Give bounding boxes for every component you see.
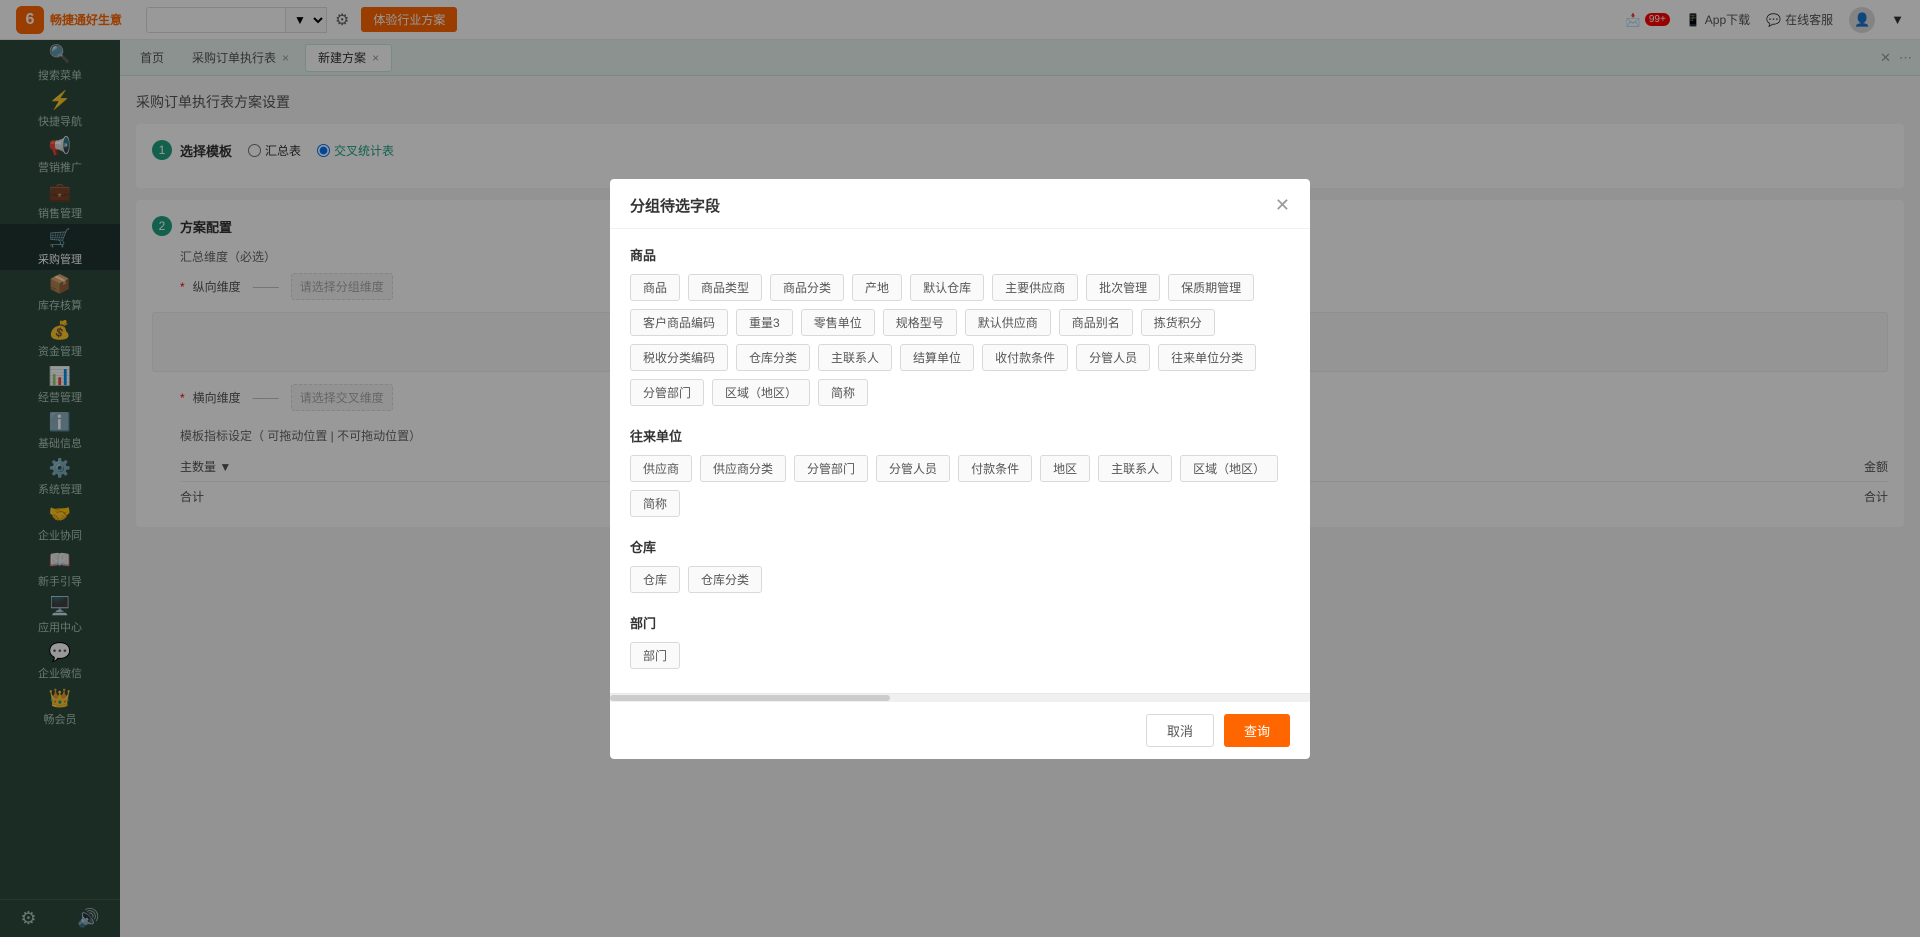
cancel-button[interactable]: 取消 [1146, 714, 1214, 747]
field-tag[interactable]: 供应商分类 [700, 455, 786, 482]
field-tag[interactable]: 区域（地区） [1180, 455, 1278, 482]
field-tag[interactable]: 规格型号 [883, 309, 957, 336]
field-tag[interactable]: 主联系人 [818, 344, 892, 371]
field-tag[interactable]: 商品 [630, 274, 680, 301]
field-tag[interactable]: 拣货积分 [1141, 309, 1215, 336]
field-group-部门: 部门部门 [630, 613, 1290, 669]
field-tag[interactable]: 客户商品编码 [630, 309, 728, 336]
field-tag[interactable]: 默认供应商 [965, 309, 1051, 336]
modal-hscroll-thumb [610, 695, 890, 701]
field-tag[interactable]: 简称 [818, 379, 868, 406]
modal-field-select: 分组待选字段 ✕ 商品商品商品类型商品分类产地默认仓库主要供应商批次管理保质期管… [610, 179, 1310, 759]
field-group-title-往来单位: 往来单位 [630, 426, 1290, 445]
field-group-title-商品: 商品 [630, 245, 1290, 264]
field-tag[interactable]: 收付款条件 [982, 344, 1068, 371]
field-group-仓库: 仓库仓库仓库分类 [630, 537, 1290, 593]
field-tag[interactable]: 地区 [1040, 455, 1090, 482]
field-tags-仓库: 仓库仓库分类 [630, 566, 1290, 593]
field-tag[interactable]: 分管人员 [1076, 344, 1150, 371]
modal-overlay: 分组待选字段 ✕ 商品商品商品类型商品分类产地默认仓库主要供应商批次管理保质期管… [0, 0, 1920, 937]
field-tag[interactable]: 仓库分类 [688, 566, 762, 593]
field-tag[interactable]: 部门 [630, 642, 680, 669]
field-tag[interactable]: 产地 [852, 274, 902, 301]
confirm-button[interactable]: 查询 [1224, 714, 1290, 747]
field-tag[interactable]: 分管部门 [630, 379, 704, 406]
field-tag[interactable]: 付款条件 [958, 455, 1032, 482]
field-tags-商品: 商品商品类型商品分类产地默认仓库主要供应商批次管理保质期管理客户商品编码重量3 零… [630, 274, 1290, 406]
field-tag[interactable]: 重量3 [736, 309, 793, 336]
field-tag[interactable]: 结算单位 [900, 344, 974, 371]
modal-footer: 取消 查询 [610, 701, 1310, 759]
field-tag[interactable]: 供应商 [630, 455, 692, 482]
field-tag[interactable]: 区域（地区） [712, 379, 810, 406]
field-tag[interactable]: 商品类型 [688, 274, 762, 301]
field-tag[interactable]: 税收分类编码 [630, 344, 728, 371]
field-tag[interactable]: 商品别名 [1059, 309, 1133, 336]
field-tags-往来单位: 供应商供应商分类分管部门分管人员付款条件地区主联系人区域（地区） 简称 [630, 455, 1290, 517]
field-tag[interactable]: 仓库分类 [736, 344, 810, 371]
field-tag[interactable]: 批次管理 [1086, 274, 1160, 301]
field-tag[interactable]: 分管人员 [876, 455, 950, 482]
field-group-title-部门: 部门 [630, 613, 1290, 632]
modal-body: 商品商品商品类型商品分类产地默认仓库主要供应商批次管理保质期管理客户商品编码重量… [610, 229, 1310, 693]
field-tag[interactable]: 零售单位 [801, 309, 875, 336]
field-tag[interactable]: 简称 [630, 490, 680, 517]
modal-horizontal-scrollbar[interactable] [610, 693, 1310, 701]
field-tag[interactable]: 商品分类 [770, 274, 844, 301]
modal-title: 分组待选字段 [630, 195, 720, 216]
modal-header: 分组待选字段 ✕ [610, 179, 1310, 229]
field-group-往来单位: 往来单位供应商供应商分类分管部门分管人员付款条件地区主联系人区域（地区） 简称 [630, 426, 1290, 517]
field-tag[interactable]: 分管部门 [794, 455, 868, 482]
field-tag[interactable]: 主联系人 [1098, 455, 1172, 482]
field-tags-部门: 部门 [630, 642, 1290, 669]
field-tag[interactable]: 默认仓库 [910, 274, 984, 301]
field-group-title-仓库: 仓库 [630, 537, 1290, 556]
field-tag[interactable]: 往来单位分类 [1158, 344, 1256, 371]
field-tag[interactable]: 主要供应商 [992, 274, 1078, 301]
field-tag[interactable]: 仓库 [630, 566, 680, 593]
modal-close-button[interactable]: ✕ [1275, 196, 1290, 214]
field-group-商品: 商品商品商品类型商品分类产地默认仓库主要供应商批次管理保质期管理客户商品编码重量… [630, 245, 1290, 406]
field-tag[interactable]: 保质期管理 [1168, 274, 1254, 301]
